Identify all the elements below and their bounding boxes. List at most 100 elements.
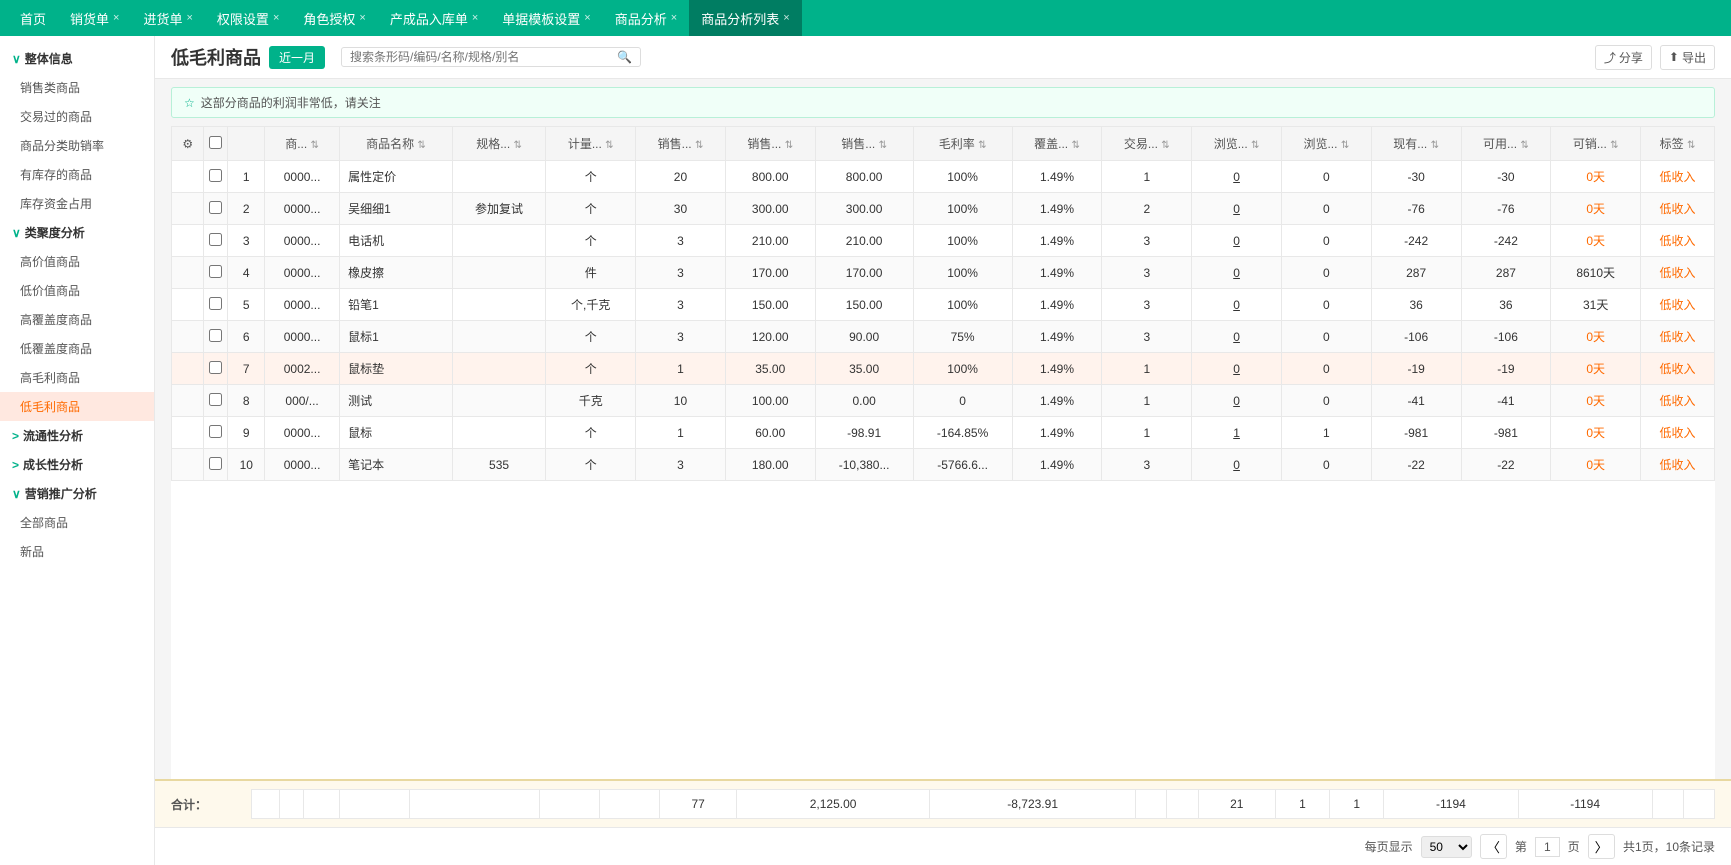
per-page-select[interactable]: 50 20 100 — [1421, 836, 1472, 858]
col-saleable[interactable]: 可销... ⇅ — [1551, 127, 1641, 161]
row-browse1[interactable]: 0 — [1192, 385, 1282, 417]
select-all-checkbox[interactable] — [209, 136, 222, 149]
sidebar-group-growth[interactable]: > 成长性分析 — [0, 450, 154, 479]
close-icon[interactable]: × — [273, 12, 279, 24]
row-checkbox[interactable] — [209, 265, 222, 278]
row-browse1[interactable]: 0 — [1192, 289, 1282, 321]
row-checkbox-cell[interactable] — [204, 225, 228, 257]
nav-purchase[interactable]: 进货单 × — [131, 0, 204, 36]
search-icon[interactable]: 🔍 — [617, 50, 632, 64]
row-checkbox[interactable] — [209, 361, 222, 374]
next-page-button[interactable]: 〉 — [1588, 834, 1615, 859]
sidebar-item-sales-products[interactable]: 销售类商品 — [0, 73, 154, 102]
table-row: 8 000/... 测试 千克 10 100.00 0.00 0 1.49% 1… — [172, 385, 1715, 417]
row-checkbox[interactable] — [209, 297, 222, 310]
share-button[interactable]: ⤴ 分享 — [1595, 45, 1652, 70]
col-gross-rate[interactable]: 毛利率 ⇅ — [913, 127, 1012, 161]
row-browse1[interactable]: 1 — [1192, 417, 1282, 449]
row-spec: 参加复试 — [452, 193, 546, 225]
row-checkbox-cell[interactable] — [204, 289, 228, 321]
sidebar-item-low-value[interactable]: 低价值商品 — [0, 276, 154, 305]
nav-sales[interactable]: 销货单 × — [58, 0, 131, 36]
row-checkbox-cell[interactable] — [204, 385, 228, 417]
close-icon[interactable]: × — [113, 12, 119, 24]
search-input[interactable] — [350, 50, 613, 64]
row-gross-rate: -164.85% — [913, 417, 1012, 449]
top-nav: 首页 销货单 × 进货单 × 权限设置 × 角色授权 × 产成品入库单 × 单据… — [0, 0, 1731, 36]
row-checkbox-cell[interactable] — [204, 353, 228, 385]
row-browse1[interactable]: 0 — [1192, 353, 1282, 385]
prev-page-button[interactable]: 〈 — [1480, 834, 1507, 859]
col-available[interactable]: 可用... ⇅ — [1461, 127, 1551, 161]
sidebar-group-marketing[interactable]: ∨ 营销推广分析 — [0, 479, 154, 508]
nav-role-auth[interactable]: 角色授权 × — [291, 0, 377, 36]
col-name[interactable]: 商品名称 ⇅ — [340, 127, 453, 161]
col-sales-price[interactable]: 销售... ⇅ — [725, 127, 815, 161]
sidebar-item-high-coverage[interactable]: 高覆盖度商品 — [0, 305, 154, 334]
col-code[interactable]: 商... ⇅ — [265, 127, 340, 161]
row-checkbox[interactable] — [209, 457, 222, 470]
row-name: 鼠标 — [340, 417, 453, 449]
col-trade[interactable]: 交易... ⇅ — [1102, 127, 1192, 161]
close-icon[interactable]: × — [359, 12, 365, 24]
sidebar-item-new-products[interactable]: 新品 — [0, 537, 154, 566]
sidebar-item-low-margin[interactable]: 低毛利商品 — [0, 392, 154, 421]
close-icon[interactable]: × — [584, 12, 590, 24]
sidebar-group-cluster[interactable]: ∨ 类聚度分析 — [0, 218, 154, 247]
nav-home[interactable]: 首页 — [8, 0, 58, 36]
row-checkbox-cell[interactable] — [204, 161, 228, 193]
col-spec[interactable]: 规格... ⇅ — [452, 127, 546, 161]
col-coverage[interactable]: 覆盖... ⇅ — [1012, 127, 1102, 161]
col-unit[interactable]: 计量... ⇅ — [546, 127, 636, 161]
row-checkbox[interactable] — [209, 233, 222, 246]
close-icon[interactable]: × — [472, 12, 478, 24]
row-checkbox[interactable] — [209, 425, 222, 438]
col-current[interactable]: 现有... ⇅ — [1371, 127, 1461, 161]
close-icon[interactable]: × — [671, 12, 677, 24]
settings-col-header[interactable]: ⚙ — [172, 127, 204, 161]
row-checkbox-cell[interactable] — [204, 449, 228, 481]
row-available: -30 — [1461, 161, 1551, 193]
row-browse1[interactable]: 0 — [1192, 193, 1282, 225]
row-browse1[interactable]: 0 — [1192, 321, 1282, 353]
sidebar-item-inventory-capital[interactable]: 库存资金占用 — [0, 189, 154, 218]
col-browse1[interactable]: 浏览... ⇅ — [1192, 127, 1282, 161]
sidebar-item-low-coverage[interactable]: 低覆盖度商品 — [0, 334, 154, 363]
col-browse2[interactable]: 浏览... ⇅ — [1281, 127, 1371, 161]
row-checkbox-cell[interactable] — [204, 257, 228, 289]
sidebar-item-all-products[interactable]: 全部商品 — [0, 508, 154, 537]
row-checkbox[interactable] — [209, 393, 222, 406]
sidebar-group-circulation[interactable]: > 流通性分析 — [0, 421, 154, 450]
row-browse1[interactable]: 0 — [1192, 449, 1282, 481]
row-checkbox-cell[interactable] — [204, 321, 228, 353]
close-icon[interactable]: × — [783, 12, 789, 24]
nav-permissions[interactable]: 权限设置 × — [205, 0, 291, 36]
nav-product-analysis-list[interactable]: 商品分析列表 × — [689, 0, 801, 36]
export-button[interactable]: ⬆ 导出 — [1660, 45, 1715, 70]
nav-template-settings[interactable]: 单据模板设置 × — [490, 0, 602, 36]
close-icon[interactable]: × — [186, 12, 192, 24]
nav-product-analysis[interactable]: 商品分析 × — [603, 0, 689, 36]
sidebar-item-category-sales-rate[interactable]: 商品分类助销率 — [0, 131, 154, 160]
row-checkbox[interactable] — [209, 201, 222, 214]
col-tag[interactable]: 标签 ⇅ — [1641, 127, 1715, 161]
sidebar-item-inventory-products[interactable]: 有库存的商品 — [0, 160, 154, 189]
row-checkbox[interactable] — [209, 169, 222, 182]
sidebar-group-overall[interactable]: ∨ 整体信息 — [0, 44, 154, 73]
row-checkbox-cell[interactable] — [204, 417, 228, 449]
col-sales-amount[interactable]: 销售... ⇅ — [815, 127, 913, 161]
sidebar-item-traded-products[interactable]: 交易过的商品 — [0, 102, 154, 131]
row-checkbox-cell[interactable] — [204, 193, 228, 225]
date-filter-button[interactable]: 近一月 — [269, 46, 325, 69]
total-trade: 21 — [1198, 790, 1275, 819]
row-checkbox[interactable] — [209, 329, 222, 342]
row-browse1[interactable]: 0 — [1192, 257, 1282, 289]
sidebar-item-high-margin[interactable]: 高毛利商品 — [0, 363, 154, 392]
row-browse1[interactable]: 0 — [1192, 225, 1282, 257]
checkbox-col-header[interactable] — [204, 127, 228, 161]
row-saleable: 31天 — [1551, 289, 1641, 321]
nav-product-entry[interactable]: 产成品入库单 × — [378, 0, 490, 36]
col-sales-qty[interactable]: 销售... ⇅ — [636, 127, 726, 161]
sidebar-item-high-value[interactable]: 高价值商品 — [0, 247, 154, 276]
row-browse1[interactable]: 0 — [1192, 161, 1282, 193]
